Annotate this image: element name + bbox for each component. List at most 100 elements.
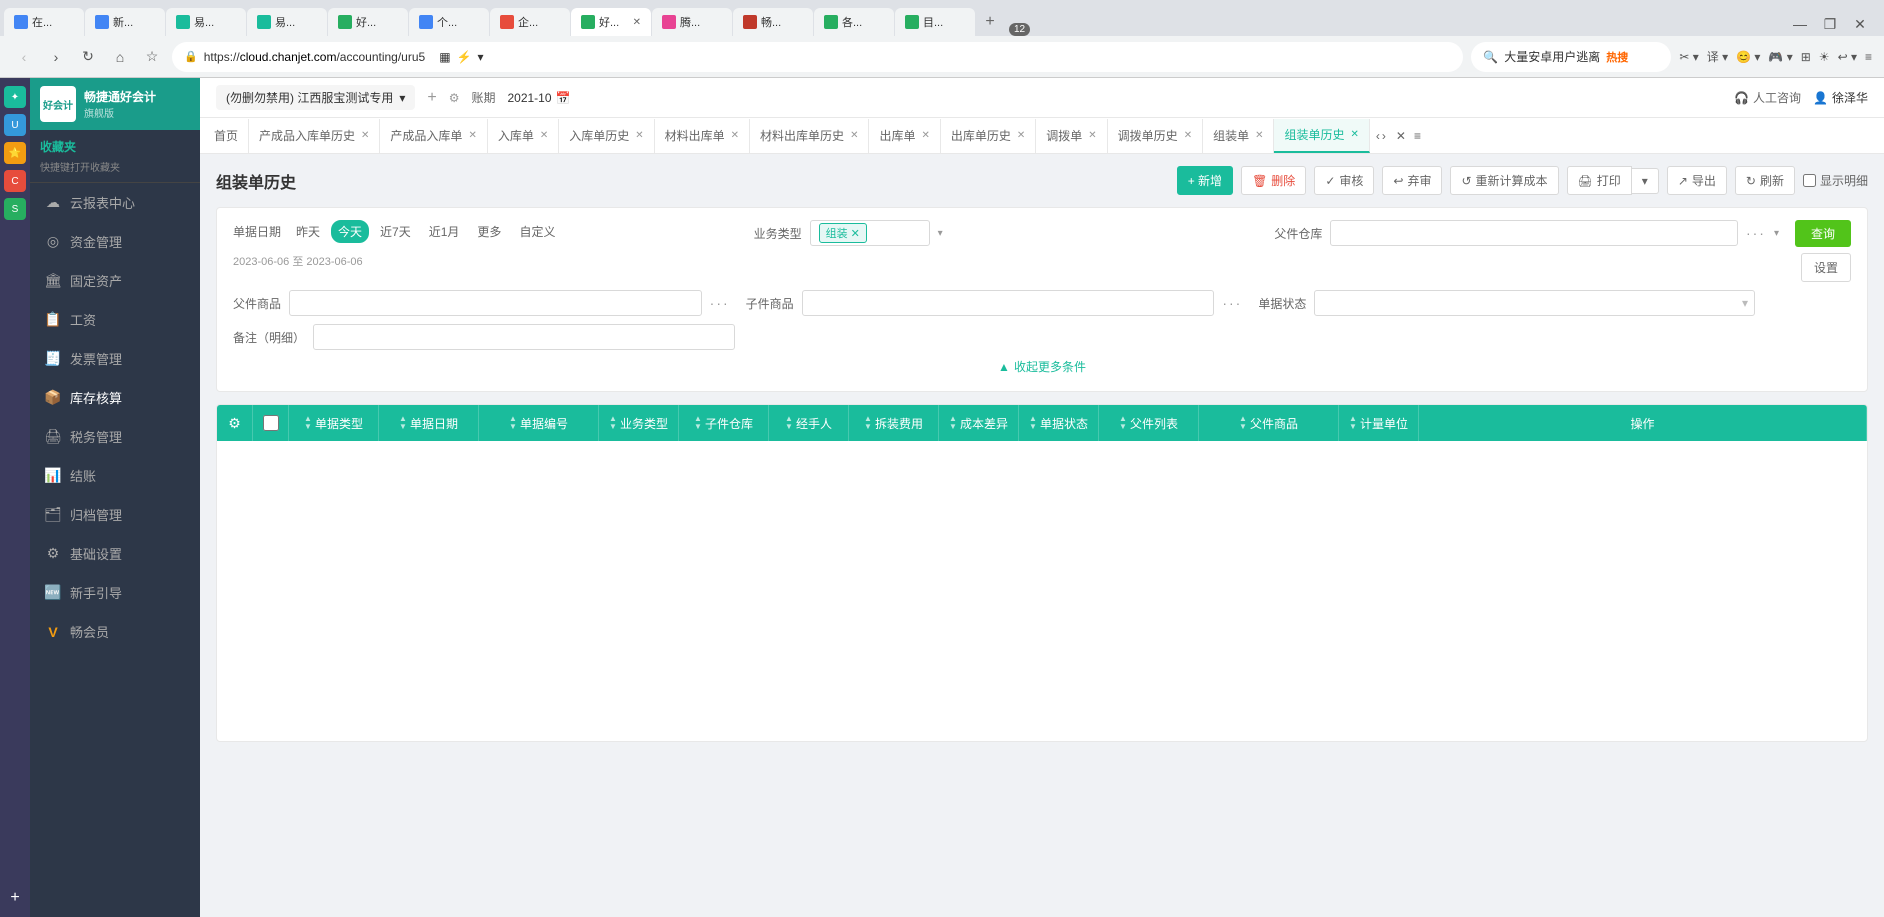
tab-assemble-close[interactable]: ✕ <box>1088 130 1096 141</box>
browser-tab-active[interactable]: 好... ✕ <box>571 8 651 36</box>
sidebar-item-invoice[interactable]: 🧾 发票管理 <box>30 339 200 378</box>
tab-left-arrow[interactable]: ‹ <box>1376 129 1380 143</box>
sidebar-item-closing[interactable]: 📊 结账 <box>30 456 200 495</box>
tab-in-order-close[interactable]: ✕ <box>540 130 548 141</box>
sidebar-favorites[interactable]: 收藏夹 快捷键打开收藏夹 <box>30 130 200 183</box>
th-cost-diff[interactable]: ▲▼ 成本差异 <box>939 405 1019 441</box>
maximize-button[interactable]: ❐ <box>1818 12 1842 36</box>
tab-assembly-order[interactable]: 组装单 ✕ <box>1203 119 1274 153</box>
date-1month[interactable]: 近1月 <box>422 220 467 243</box>
biz-type-dropdown[interactable]: ▾ <box>938 228 943 239</box>
sidebar-item-guide[interactable]: 🆕 新手引导 <box>30 573 200 612</box>
sidebar-item-cloud-report[interactable]: ☁ 云报表中心 <box>30 183 200 222</box>
browser-tab-6[interactable]: 个... <box>409 8 489 36</box>
th-order-no[interactable]: ▲▼ 单据编号 <box>479 405 599 441</box>
translate-tool[interactable]: 译 ▾ <box>1707 48 1728 65</box>
tab-in-history-close[interactable]: ✕ <box>635 130 643 141</box>
tab-close-all-button[interactable]: ✕ <box>1392 129 1410 143</box>
query-button[interactable]: 查询 <box>1795 220 1851 247</box>
sidebar-item-member[interactable]: V 畅会员 <box>30 612 200 651</box>
child-goods-dots[interactable]: ··· <box>1222 295 1242 311</box>
close-button[interactable]: ✕ <box>1848 12 1872 36</box>
browser-tab-3[interactable]: 易... <box>166 8 246 36</box>
tab-material-out-history[interactable]: 材料出库单历史 ✕ <box>750 119 869 153</box>
settings-gear-btn[interactable]: ⚙ <box>449 91 460 105</box>
menu-tool[interactable]: ≡ <box>1865 50 1872 64</box>
browser-tab-11[interactable]: 目... <box>895 8 975 36</box>
browser-tab-2[interactable]: 新... <box>85 8 165 36</box>
browser-tab-10[interactable]: 各... <box>814 8 894 36</box>
tab-in-order[interactable]: 入库单 ✕ <box>488 119 559 153</box>
calendar-icon[interactable]: 📅 <box>556 91 571 105</box>
tab-in-history[interactable]: 入库单历史 ✕ <box>559 119 654 153</box>
date-7days[interactable]: 近7天 <box>373 220 418 243</box>
consult-button[interactable]: 🎧 人工咨询 <box>1734 89 1801 106</box>
order-status-select[interactable]: ▾ <box>1314 290 1755 316</box>
date-more[interactable]: 更多 <box>470 220 508 243</box>
tab-right-arrow[interactable]: › <box>1382 129 1386 143</box>
dropdown-arrow[interactable]: ▾ <box>478 50 484 64</box>
sidebar-item-archive[interactable]: 🗂 归档管理 <box>30 495 200 534</box>
tab-out-history[interactable]: 出库单历史 ✕ <box>941 119 1036 153</box>
tab-home[interactable]: 首页 <box>204 119 249 153</box>
tab-assembly-history[interactable]: 组装单历史 ✕ <box>1274 119 1369 153</box>
browser-tab-7[interactable]: 企... <box>490 8 570 36</box>
tab-assembly-history-close[interactable]: ✕ <box>1351 129 1359 140</box>
user-info[interactable]: 👤 徐泽华 <box>1813 89 1868 106</box>
tab-assemble-history[interactable]: 调拨单历史 ✕ <box>1108 119 1203 153</box>
tab-out-history-close[interactable]: ✕ <box>1017 130 1025 141</box>
table-settings-icon[interactable]: ⚙ <box>228 415 241 432</box>
company-selector[interactable]: (勿删勿禁用) 江西服宝测试专用 ▾ <box>216 85 415 110</box>
browser-tab-5[interactable]: 好... <box>328 8 408 36</box>
th-handler[interactable]: ▲▼ 经手人 <box>769 405 849 441</box>
date-yesterday[interactable]: 昨天 <box>289 220 327 243</box>
recalculate-button[interactable]: ↺ 重新计算成本 <box>1450 166 1558 195</box>
tab-out-order[interactable]: 出库单 ✕ <box>869 119 940 153</box>
print-dropdown[interactable]: ▾ <box>1632 168 1659 194</box>
undo-tool[interactable]: ↩ ▾ <box>1838 50 1857 64</box>
note-input[interactable] <box>313 324 735 350</box>
browser-tab-4[interactable]: 易... <box>247 8 327 36</box>
forward-button[interactable]: › <box>44 45 68 69</box>
parent-warehouse-dots[interactable]: ··· <box>1746 225 1766 241</box>
th-sub-warehouse[interactable]: ▲▼ 子件仓库 <box>679 405 769 441</box>
display-detail-toggle[interactable]: 显示明细 <box>1803 172 1868 189</box>
tab-production-in-history[interactable]: 产成品入库单历史 ✕ <box>249 119 380 153</box>
biz-type-tag-close[interactable]: ✕ <box>851 227 860 240</box>
child-goods-input[interactable] <box>802 290 1215 316</box>
new-button[interactable]: + 新增 <box>1177 166 1233 195</box>
th-parent-list[interactable]: ▲▼ 父件列表 <box>1099 405 1199 441</box>
new-tab-button[interactable]: + <box>976 8 1004 36</box>
back-button[interactable]: ‹ <box>12 45 36 69</box>
sidebar-item-fixed-assets[interactable]: 🏛 固定资产 <box>30 261 200 300</box>
ext-icon-4[interactable]: C <box>4 170 26 192</box>
th-order-status[interactable]: ▲▼ 单据状态 <box>1019 405 1099 441</box>
tab-production-in-close[interactable]: ✕ <box>468 130 476 141</box>
audit-button[interactable]: ✓ 审核 <box>1314 166 1374 195</box>
browser-tab-1[interactable]: 在... <box>4 8 84 36</box>
date-today[interactable]: 今天 <box>331 220 369 243</box>
sidebar-item-settings[interactable]: ⚙ 基础设置 <box>30 534 200 573</box>
minimize-button[interactable]: — <box>1788 12 1812 36</box>
ext-icon-5[interactable]: S <box>4 198 26 220</box>
parent-warehouse-input[interactable] <box>1330 220 1738 246</box>
th-order-type[interactable]: ▲▼ 单据类型 <box>289 405 379 441</box>
tab-production-in[interactable]: 产成品入库单 ✕ <box>380 119 487 153</box>
home-button[interactable]: ⌂ <box>108 45 132 69</box>
tab-production-in-history-close[interactable]: ✕ <box>361 130 369 141</box>
tab-material-out-close[interactable]: ✕ <box>731 130 739 141</box>
qrcode-icon[interactable]: ▦ <box>439 50 450 64</box>
ext-icon-1[interactable]: ✦ <box>4 86 26 108</box>
add-company-btn[interactable]: + <box>427 89 436 107</box>
sidebar-item-tax[interactable]: 🖨 税务管理 <box>30 417 200 456</box>
ext-icon-2[interactable]: U <box>4 114 26 136</box>
collapse-button[interactable]: ▲ 收起更多条件 <box>233 354 1851 379</box>
sidebar-item-payroll[interactable]: 📋 工资 <box>30 300 200 339</box>
tab-material-out[interactable]: 材料出库单 ✕ <box>655 119 750 153</box>
tab-more-button[interactable]: ≡ <box>1410 129 1425 143</box>
th-biz-type[interactable]: ▲▼ 业务类型 <box>599 405 679 441</box>
ext-add-icon[interactable]: + <box>4 887 26 909</box>
select-all-checkbox[interactable] <box>263 415 279 431</box>
url-bar[interactable]: 🔒 https://cloud.chanjet.com/accounting/u… <box>172 42 1463 72</box>
parent-goods-dots[interactable]: ··· <box>710 295 730 311</box>
